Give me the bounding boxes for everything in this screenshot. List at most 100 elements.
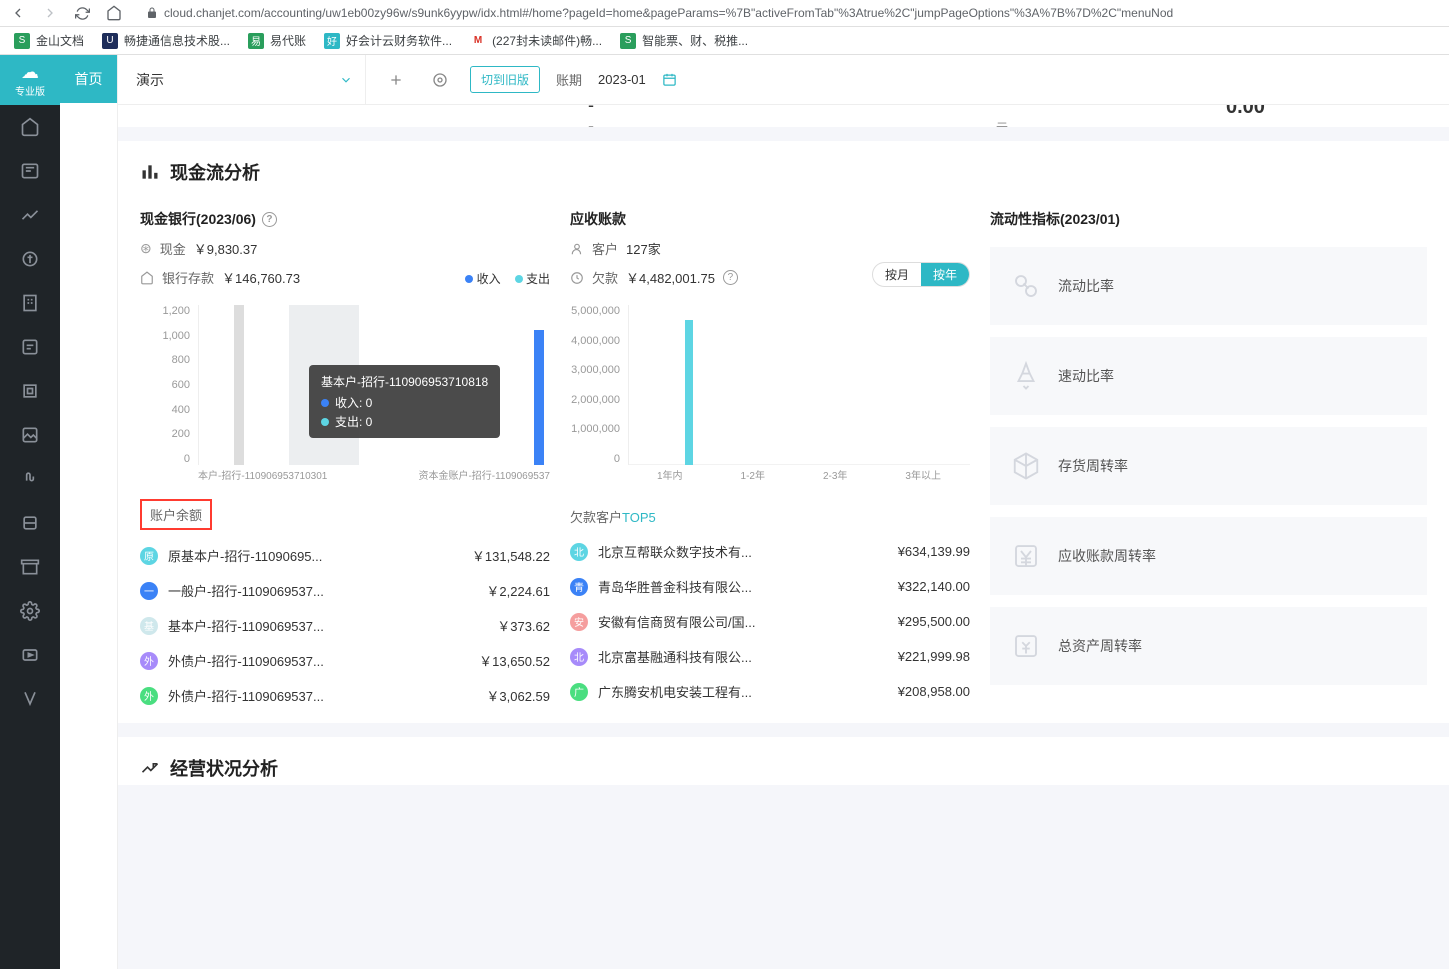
sidebar-item-video[interactable] <box>0 633 60 677</box>
metric-card-quick-ratio[interactable]: 速动比率 <box>990 337 1427 415</box>
liquidity-column: 流动性指标(2023/01) 流动比率 速动比率 存 <box>980 209 1427 705</box>
period-value[interactable]: 2023-01 <box>598 72 646 87</box>
badge-icon: 广 <box>570 683 588 701</box>
dashes: -- <box>588 105 596 127</box>
account-row[interactable]: 原原基本户-招行-11090695...￥131,548.22 <box>140 546 550 565</box>
bookmark-item[interactable]: S金山文档 <box>14 32 84 49</box>
cloud-icon: ☁ <box>21 62 39 83</box>
zero-amount: 0.00 <box>1226 105 1265 118</box>
summary-strip: -- 0.00元 「上新」好会计20230511迭代更新 <box>118 105 1449 127</box>
bookmark-item[interactable]: M(227封未读邮件)畅... <box>470 32 602 49</box>
cycle-icon <box>1008 628 1044 664</box>
reload-button[interactable] <box>72 3 92 23</box>
account-row[interactable]: 一一般户-招行-1109069537...￥2,224.61 <box>140 581 550 600</box>
add-button[interactable] <box>382 66 410 94</box>
sidebar-item-hand[interactable] <box>0 457 60 501</box>
sidebar-logo[interactable]: ☁ 专业版 <box>0 55 60 105</box>
bank-icon <box>140 271 154 285</box>
period-toggle[interactable]: 按月 按年 <box>872 262 970 287</box>
metric-card-current-ratio[interactable]: 流动比率 <box>990 247 1427 325</box>
bookmark-item[interactable]: 易易代账 <box>248 32 306 49</box>
bookmark-icon: 好 <box>324 33 340 49</box>
bookmark-item[interactable]: U 畅捷通信息技术股... <box>102 32 230 49</box>
cash-bank-column: 现金银行(2023/06) ? ⊛ 现金 ￥9,830.37 <box>140 209 560 705</box>
content: -- 0.00元 「上新」好会计20230511迭代更新 现金流分析 <box>118 105 1449 969</box>
bookmark-label: 易代账 <box>270 32 306 49</box>
settings-button[interactable] <box>426 66 454 94</box>
bookmark-label: 好会计云财务软件... <box>346 32 452 49</box>
account-row[interactable]: 基基本户-招行-1109069537...￥373.62 <box>140 616 550 635</box>
sidebar-item-stamp[interactable] <box>0 369 60 413</box>
bookmark-label: 畅捷通信息技术股... <box>124 32 230 49</box>
bookmark-item[interactable]: 好好会计云财务软件... <box>324 32 452 49</box>
rocket-icon <box>1008 358 1044 394</box>
metric-card-inventory-turnover[interactable]: 存货周转率 <box>990 427 1427 505</box>
ar-chart[interactable]: 5,000,0004,000,0003,000,0002,000,0001,00… <box>570 305 970 485</box>
period-label: 账期 <box>556 70 582 89</box>
toggle-month[interactable]: 按月 <box>873 263 921 286</box>
account-row[interactable]: 外外债户-招行-1109069537...￥3,062.59 <box>140 686 550 705</box>
top5-title: 欠款客户TOP5 <box>570 507 970 526</box>
panel-header: 现金流分析 <box>140 159 1427 185</box>
sidebar-item-money[interactable] <box>0 237 60 281</box>
help-icon[interactable]: ? <box>723 270 738 285</box>
x-label: 本户-招行-110906953710301 <box>198 467 327 485</box>
sidebar-item-v[interactable] <box>0 677 60 721</box>
panel-header: 经营状况分析 <box>140 755 1427 781</box>
account-row[interactable]: 外外债户-招行-1109069537...￥13,650.52 <box>140 651 550 670</box>
subnav-home[interactable]: 首页 <box>60 55 117 103</box>
badge-icon: 外 <box>140 687 158 705</box>
app: ☁ 专业版 首页 演示 切到旧版 账期 20 <box>0 55 1449 969</box>
sidebar-item-scan[interactable] <box>0 501 60 545</box>
sidebar-item-archive[interactable] <box>0 545 60 589</box>
sidebar-item-voucher[interactable] <box>0 149 60 193</box>
customer-row[interactable]: 广广东腾安机电安装工程有...¥208,958.00 <box>570 682 970 701</box>
yen-icon <box>1008 538 1044 574</box>
clock-icon <box>570 271 584 285</box>
help-icon[interactable]: ? <box>262 212 277 227</box>
customer-row[interactable]: 北北京富基融通科技有限公...¥221,999.98 <box>570 647 970 666</box>
customer-row[interactable]: 安安徽有信商贸有限公司/国...¥295,500.00 <box>570 612 970 631</box>
lock-icon <box>146 7 158 19</box>
cashflow-panel: 现金流分析 现金银行(2023/06) ? <box>118 141 1449 723</box>
forward-button[interactable] <box>40 3 60 23</box>
bar-chart-icon <box>140 162 160 182</box>
badge-icon: 青 <box>570 578 588 596</box>
sidebar-item-home[interactable] <box>0 105 60 149</box>
url-bar[interactable]: cloud.chanjet.com/accounting/uw1eb00zy96… <box>136 2 1441 24</box>
legend-dot-expense <box>515 275 523 283</box>
cash-chart[interactable]: 1,2001,0008006004002000 基本户-招行-110906953… <box>140 305 550 485</box>
panel-title: 现金流分析 <box>170 159 260 185</box>
old-version-button[interactable]: 切到旧版 <box>470 66 540 93</box>
customer-row[interactable]: 青青岛华胜普金科技有限公...¥322,140.00 <box>570 577 970 596</box>
toggle-year[interactable]: 按年 <box>921 263 969 286</box>
highlight-box: 账户余额 <box>140 499 212 530</box>
subnav: 首页 <box>60 55 118 969</box>
debt-stat: 欠款 ￥4,482,001.75 ? <box>570 268 738 287</box>
org-selector[interactable]: 演示 <box>136 55 366 104</box>
metric-card-ar-turnover[interactable]: 应收账款周转率 <box>990 517 1427 595</box>
sidebar-item-report[interactable] <box>0 193 60 237</box>
ar-column: 应收账款 客户 127家 欠款 ￥4,48 <box>560 209 980 705</box>
metric-card-asset-turnover[interactable]: 总资产周转率 <box>990 607 1427 685</box>
sidebar-item-settings[interactable] <box>0 589 60 633</box>
deposit-stat: 银行存款 ￥146,760.73 <box>140 268 300 287</box>
bookmark-icon: U <box>102 33 118 49</box>
liquidity-title: 流动性指标(2023/01) <box>990 209 1427 229</box>
bookmark-item[interactable]: S智能票、财、税推... <box>620 32 748 49</box>
back-button[interactable] <box>8 3 28 23</box>
x-label: 资本金账户-招行-1109069537 <box>418 467 550 485</box>
sidebar-item-image[interactable] <box>0 413 60 457</box>
customer-row[interactable]: 北北京互帮联众数字技术有...¥634,139.99 <box>570 542 970 561</box>
sidebar: ☁ 专业版 <box>0 55 60 969</box>
org-name: 演示 <box>136 70 164 90</box>
panel-title: 经营状况分析 <box>170 755 278 781</box>
bookmark-label: 金山文档 <box>36 32 84 49</box>
sidebar-item-tax[interactable] <box>0 325 60 369</box>
cash-bank-title: 现金银行(2023/06) ? <box>140 209 300 229</box>
calendar-icon[interactable] <box>662 72 677 87</box>
home-button[interactable] <box>104 3 124 23</box>
legend-dot-income <box>465 275 473 283</box>
sidebar-item-building[interactable] <box>0 281 60 325</box>
main: 演示 切到旧版 账期 2023-01 -- 0.00元 「上新」好会计20230… <box>118 55 1449 969</box>
